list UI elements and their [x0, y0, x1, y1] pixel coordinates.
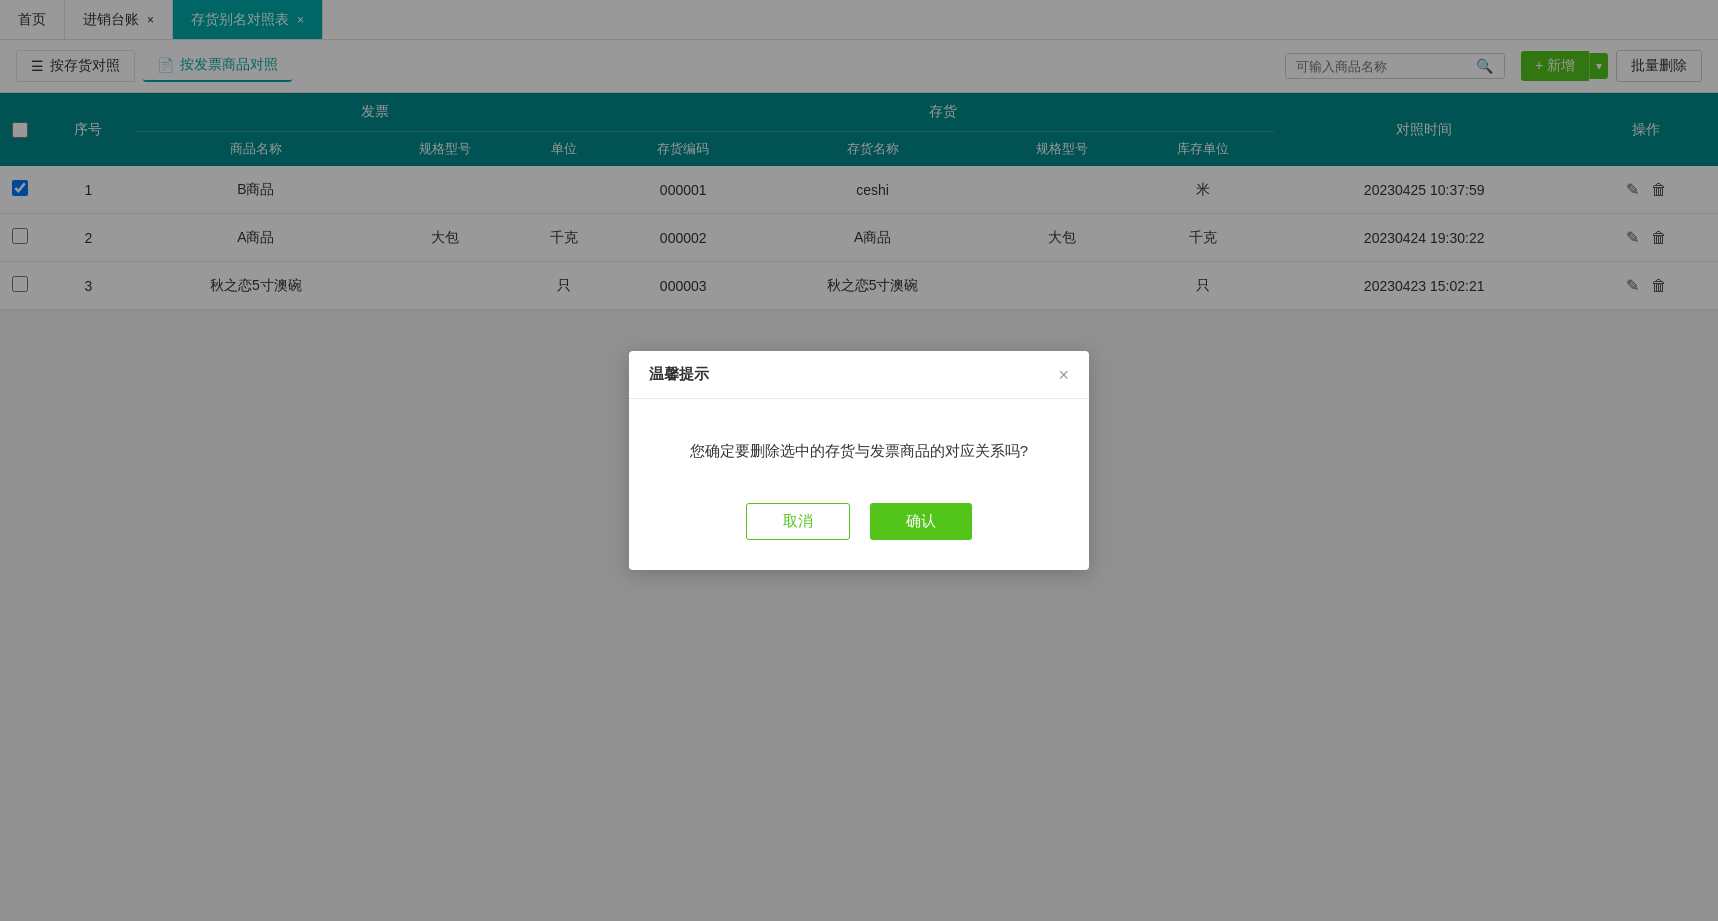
- dialog-message: 您确定要删除选中的存货与发票商品的对应关系吗?: [690, 442, 1028, 459]
- dialog-header: 温馨提示 ×: [629, 351, 1089, 399]
- dialog-title: 温馨提示: [649, 365, 709, 384]
- dialog-confirm-btn[interactable]: 确认: [870, 503, 972, 540]
- dialog-cancel-btn[interactable]: 取消: [746, 503, 850, 540]
- dialog-footer: 取消 确认: [629, 493, 1089, 570]
- dialog-body: 您确定要删除选中的存货与发票商品的对应关系吗?: [629, 399, 1089, 493]
- dialog-close-btn[interactable]: ×: [1058, 366, 1069, 384]
- modal-overlay: 温馨提示 × 您确定要删除选中的存货与发票商品的对应关系吗? 取消 确认: [0, 0, 1718, 921]
- confirm-dialog: 温馨提示 × 您确定要删除选中的存货与发票商品的对应关系吗? 取消 确认: [629, 351, 1089, 570]
